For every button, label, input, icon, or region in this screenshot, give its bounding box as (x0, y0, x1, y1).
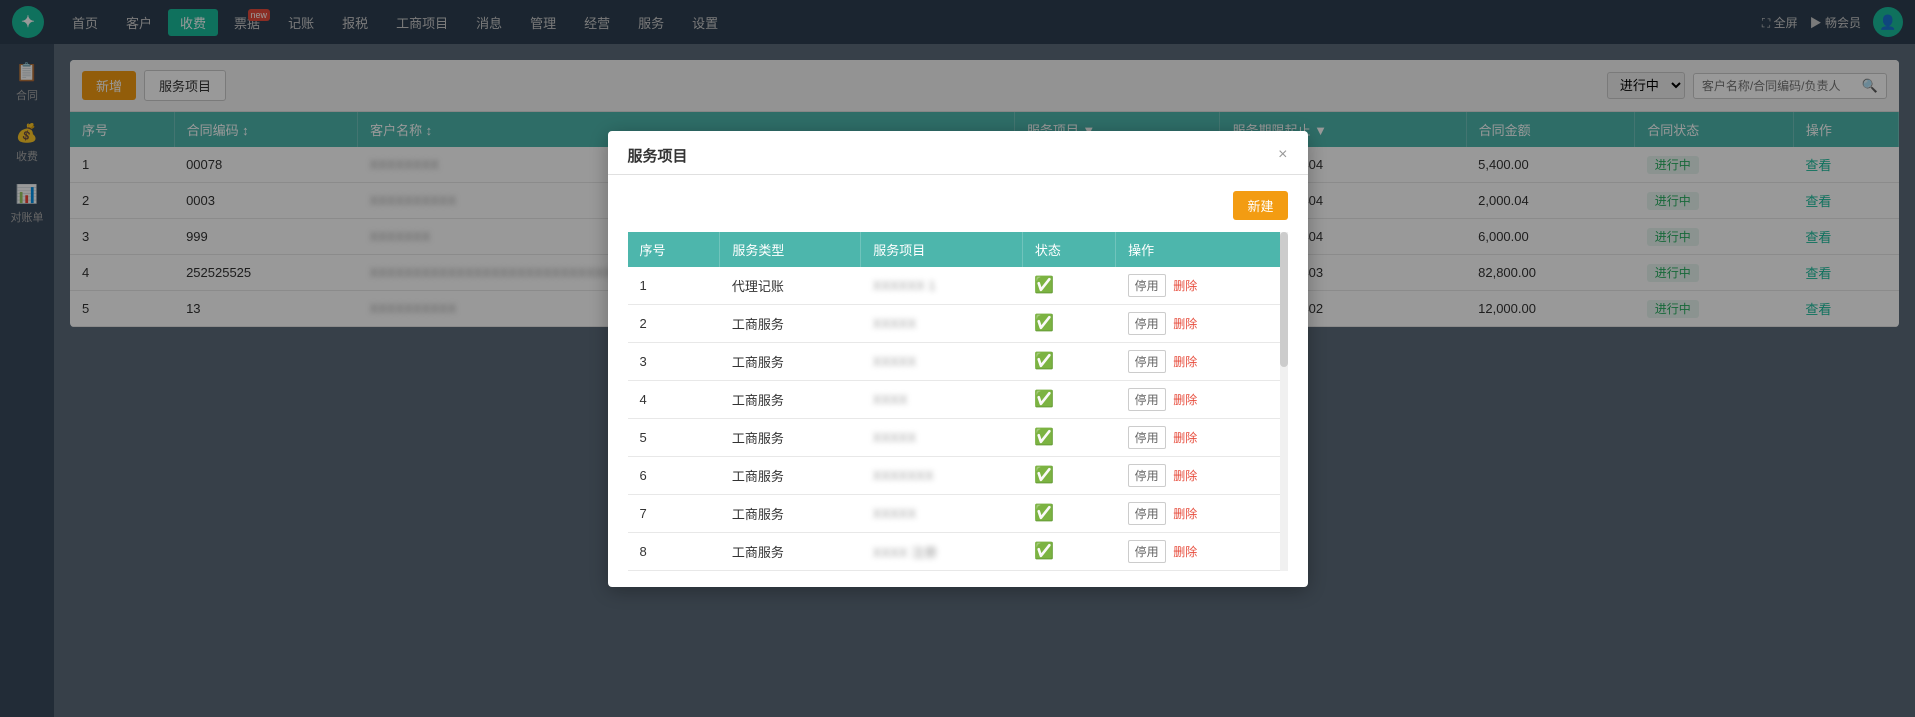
service-col-status: 状态 (1022, 232, 1115, 267)
service-cell-type: 工商服务 (720, 342, 861, 380)
delete-button[interactable]: 删除 (1173, 505, 1197, 522)
service-cell-type: 工商服务 (720, 494, 861, 532)
list-item: 4 工商服务 XXXX ✅ 停用 删除 (628, 380, 1288, 418)
service-cell-type: 工商服务 (720, 418, 861, 456)
stop-button[interactable]: 停用 (1128, 350, 1166, 373)
modal-close-button[interactable]: × (1278, 146, 1287, 164)
service-cell-seq: 6 (628, 456, 720, 494)
service-cell-item: XXXXX (861, 342, 1023, 380)
service-cell-type: 工商服务 (720, 456, 861, 494)
list-item: 1 代理记账 XXXXXX 1 ✅ 停用 删除 (628, 267, 1288, 305)
service-cell-item: XXXXX (861, 304, 1023, 342)
service-cell-seq: 3 (628, 342, 720, 380)
delete-button[interactable]: 删除 (1173, 467, 1197, 484)
service-cell-type: 代理记账 (720, 267, 861, 305)
service-col-seq: 序号 (628, 232, 720, 267)
service-cell-item: XXXXXX 1 (861, 267, 1023, 305)
list-item: 5 工商服务 XXXXX ✅ 停用 删除 (628, 418, 1288, 456)
service-cell-item: XXXXX (861, 418, 1023, 456)
status-check-icon: ✅ (1034, 315, 1054, 332)
delete-button[interactable]: 删除 (1173, 429, 1197, 446)
status-check-icon: ✅ (1034, 429, 1054, 446)
service-cell-action[interactable]: 停用 删除 (1116, 494, 1287, 532)
delete-button[interactable]: 删除 (1173, 315, 1197, 332)
service-cell-status: ✅ (1022, 456, 1115, 494)
service-cell-item: XXXX 注册 (861, 532, 1023, 570)
service-cell-type: 工商服务 (720, 304, 861, 342)
modal-toolbar: 新建 (628, 191, 1288, 220)
service-cell-action[interactable]: 停用 删除 (1116, 342, 1287, 380)
service-cell-seq: 8 (628, 532, 720, 570)
service-cell-action[interactable]: 停用 删除 (1116, 267, 1287, 305)
service-cell-item: XXXXX (861, 494, 1023, 532)
delete-button[interactable]: 删除 (1173, 391, 1197, 408)
status-check-icon: ✅ (1034, 543, 1054, 560)
service-cell-type: 工商服务 (720, 380, 861, 418)
service-cell-item: XXXX (861, 380, 1023, 418)
status-check-icon: ✅ (1034, 467, 1054, 484)
stop-button[interactable]: 停用 (1128, 312, 1166, 335)
service-cell-status: ✅ (1022, 342, 1115, 380)
status-check-icon: ✅ (1034, 277, 1054, 294)
modal-title: 服务项目 (628, 145, 688, 166)
modal-header: 服务项目 × (608, 131, 1308, 175)
service-cell-status: ✅ (1022, 418, 1115, 456)
service-cell-status: ✅ (1022, 304, 1115, 342)
delete-button[interactable]: 删除 (1173, 543, 1197, 560)
list-item: 2 工商服务 XXXXX ✅ 停用 删除 (628, 304, 1288, 342)
service-col-item: 服务项目 (861, 232, 1023, 267)
stop-button[interactable]: 停用 (1128, 274, 1166, 297)
service-cell-item: XXXXXXX (861, 456, 1023, 494)
scrollbar-thumb[interactable] (1280, 232, 1288, 368)
service-cell-seq: 2 (628, 304, 720, 342)
service-cell-type: 工商服务 (720, 532, 861, 570)
status-check-icon: ✅ (1034, 353, 1054, 370)
delete-button[interactable]: 删除 (1173, 277, 1197, 294)
delete-button[interactable]: 删除 (1173, 353, 1197, 370)
stop-button[interactable]: 停用 (1128, 502, 1166, 525)
list-item: 7 工商服务 XXXXX ✅ 停用 删除 (628, 494, 1288, 532)
service-col-type: 服务类型 (720, 232, 861, 267)
service-cell-seq: 7 (628, 494, 720, 532)
stop-button[interactable]: 停用 (1128, 540, 1166, 563)
list-item: 3 工商服务 XXXXX ✅ 停用 删除 (628, 342, 1288, 380)
service-cell-seq: 1 (628, 267, 720, 305)
service-modal: 服务项目 × 新建 序号 服务类型 服务项目 状态 操作 (608, 131, 1308, 587)
stop-button[interactable]: 停用 (1128, 426, 1166, 449)
stop-button[interactable]: 停用 (1128, 388, 1166, 411)
service-cell-seq: 4 (628, 380, 720, 418)
list-item: 8 工商服务 XXXX 注册 ✅ 停用 删除 (628, 532, 1288, 570)
service-table: 序号 服务类型 服务项目 状态 操作 1 代理记账 XXXXXX 1 ✅ 停用 … (628, 232, 1288, 571)
scrollbar-track (1280, 232, 1288, 571)
service-cell-status: ✅ (1022, 532, 1115, 570)
status-check-icon: ✅ (1034, 391, 1054, 408)
service-cell-action[interactable]: 停用 删除 (1116, 532, 1287, 570)
service-table-header-row: 序号 服务类型 服务项目 状态 操作 (628, 232, 1288, 267)
service-cell-action[interactable]: 停用 删除 (1116, 456, 1287, 494)
status-check-icon: ✅ (1034, 505, 1054, 522)
list-item: 6 工商服务 XXXXXXX ✅ 停用 删除 (628, 456, 1288, 494)
service-cell-action[interactable]: 停用 删除 (1116, 380, 1287, 418)
service-cell-action[interactable]: 停用 删除 (1116, 304, 1287, 342)
modal-body: 新建 序号 服务类型 服务项目 状态 操作 1 代理记账 (608, 175, 1308, 587)
service-cell-seq: 5 (628, 418, 720, 456)
new-service-button[interactable]: 新建 (1233, 191, 1287, 220)
service-cell-status: ✅ (1022, 267, 1115, 305)
modal-overlay[interactable]: 服务项目 × 新建 序号 服务类型 服务项目 状态 操作 (0, 0, 1915, 717)
service-cell-action[interactable]: 停用 删除 (1116, 418, 1287, 456)
service-col-action: 操作 (1116, 232, 1287, 267)
service-cell-status: ✅ (1022, 380, 1115, 418)
stop-button[interactable]: 停用 (1128, 464, 1166, 487)
service-cell-status: ✅ (1022, 494, 1115, 532)
